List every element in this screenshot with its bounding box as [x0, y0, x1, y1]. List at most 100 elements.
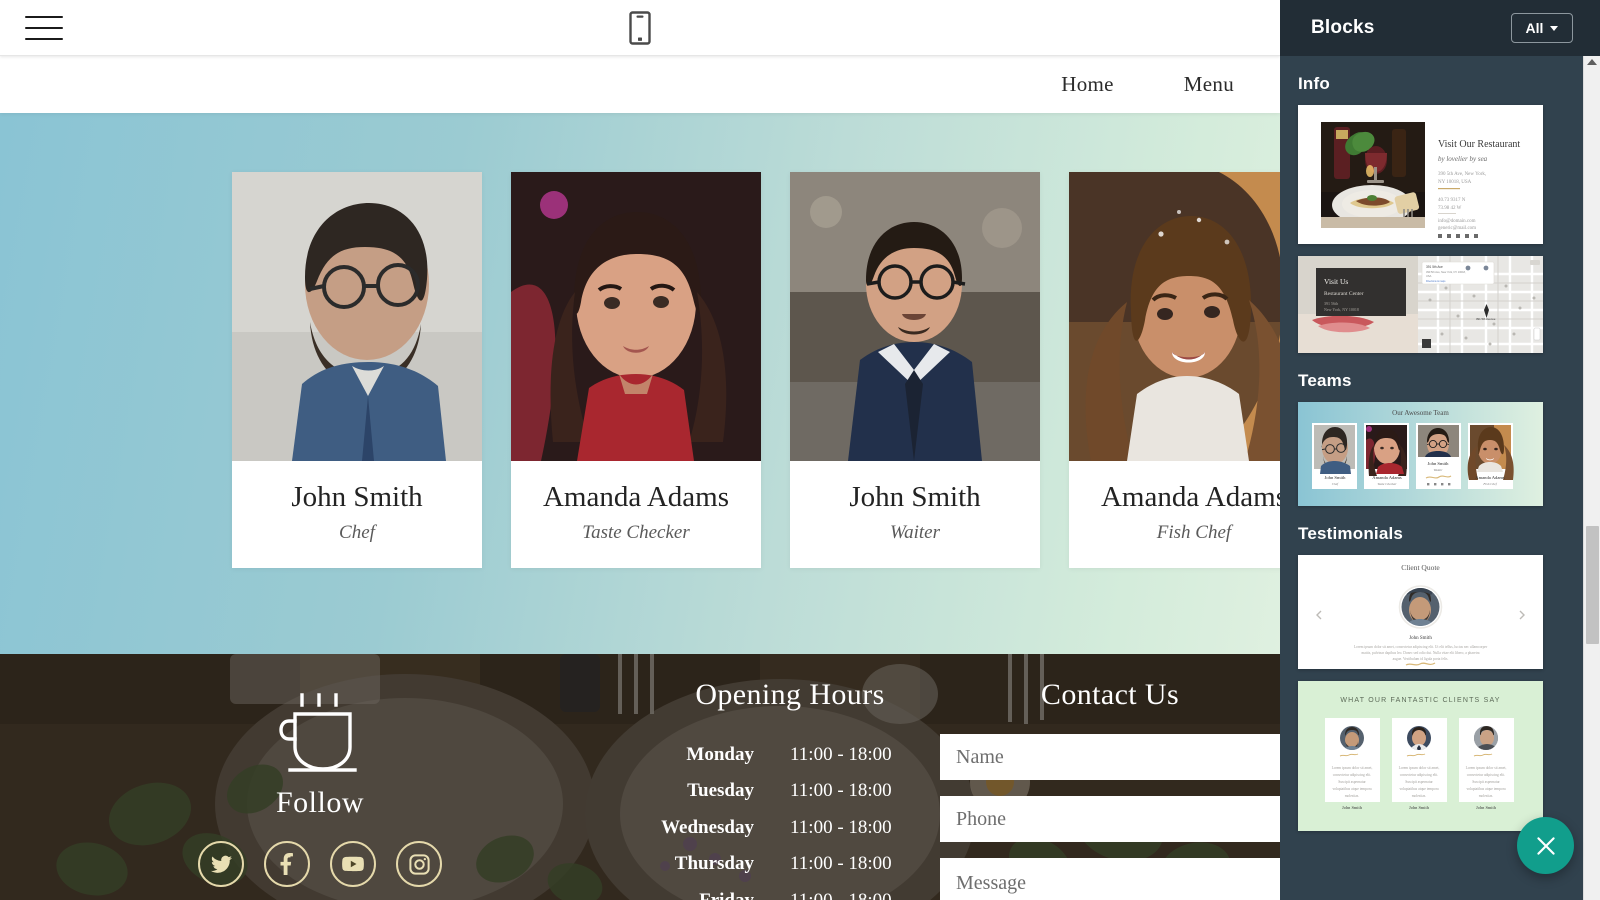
svg-text:voluptatibus atque tempora: voluptatibus atque tempora: [1332, 787, 1372, 791]
blocks-panel-scrollbar[interactable]: [1583, 56, 1600, 900]
hours-row: Friday 11:00 - 18:00: [640, 883, 940, 900]
contact-message-input[interactable]: [940, 858, 1280, 900]
svg-text:391 56th: 391 56th: [1324, 301, 1338, 306]
scrollbar-thumb[interactable]: [1586, 526, 1599, 644]
hours-day: Wednesday: [661, 816, 754, 838]
nav-link-menu[interactable]: Menu: [1184, 72, 1234, 97]
contact-phone-input[interactable]: [940, 796, 1280, 842]
hours-time: 11:00 - 18:00: [790, 853, 892, 875]
svg-text:generic@mail.com: generic@mail.com: [1438, 226, 1476, 231]
team-card-body: John Smith Waiter: [790, 461, 1040, 568]
team-member-role: Chef: [339, 522, 375, 544]
svg-text:consectetur adipiscing elit.: consectetur adipiscing elit.: [1333, 773, 1372, 777]
opening-hours-title: Opening Hours: [695, 678, 885, 711]
team-section: John Smith Chef Amanda Adams Taste Check…: [0, 113, 1280, 654]
block-thumb-team-grid[interactable]: Our Awesome Team John Smith Chef Amanda …: [1298, 402, 1543, 506]
blocks-group-label-testimonials: Testimonials: [1298, 524, 1404, 543]
close-panel-button[interactable]: [1517, 817, 1574, 874]
svg-text:391 5th Ave: 391 5th Ave: [1426, 265, 1443, 269]
hours-time: 11:00 - 18:00: [790, 744, 892, 765]
team-card[interactable]: John Smith Chef: [232, 172, 482, 569]
svg-text:John Smith: John Smith: [1409, 636, 1432, 641]
svg-text:Visit Us: Visit Us: [1324, 277, 1348, 286]
svg-text:Directions & maps: Directions & maps: [1426, 280, 1446, 283]
svg-text:Taste Checker: Taste Checker: [1377, 482, 1397, 486]
hours-time: 11:00 - 18:00: [790, 883, 940, 900]
svg-text:390 5th Ave, New York, NY 1001: 390 5th Ave, New York, NY 10018,: [1426, 270, 1466, 274]
svg-text:Fish Chef: Fish Chef: [1482, 482, 1497, 486]
team-card[interactable]: Amanda Adams Taste Checker: [511, 172, 761, 569]
team-member-photo: [1069, 172, 1280, 461]
footer-hours-column: Opening Hours Monday 11:00 - 18:00 Tuesd…: [640, 678, 940, 900]
svg-text:consectetur adipiscing elit.: consectetur adipiscing elit.: [1467, 773, 1506, 777]
svg-text:73.98 42 W: 73.98 42 W: [1438, 206, 1462, 211]
block-thumb-info-map[interactable]: Visit Us Restaurant Center 391 56th New …: [1298, 256, 1543, 353]
block-thumb-info-restaurant[interactable]: Visit Our Restaurant by lovelier by sea …: [1298, 105, 1543, 244]
blocks-panel-body[interactable]: Info Visit Our Restaurant by lovelier by…: [1280, 56, 1583, 900]
svg-text:John Smith: John Smith: [1476, 805, 1497, 810]
team-card-row: John Smith Chef Amanda Adams Taste Check…: [232, 172, 1280, 569]
svg-text:Amanda Adams: Amanda Adams: [1372, 475, 1402, 480]
editor-toolbar: [0, 0, 1280, 56]
svg-text:NY 10018, USA: NY 10018, USA: [1438, 180, 1472, 185]
team-grid-preview: Our Awesome Team John Smith Chef Amanda …: [1298, 402, 1543, 506]
hours-row: Thursday 11:00 - 18:00: [640, 846, 940, 882]
portrait-smiling-woman-outdoors: [1069, 172, 1280, 461]
blocks-panel: Blocks All Info Visit Our Restaurant by …: [1280, 0, 1600, 900]
hours-row: Wednesday 11:00 - 18:00: [640, 810, 940, 846]
block-thumb-testimonial-carousel[interactable]: Client Quote John Smith Lorem ipsum dolo…: [1298, 555, 1543, 669]
instagram-icon[interactable]: [396, 841, 442, 887]
chevron-down-icon: [1550, 25, 1559, 31]
team-card-body: Amanda Adams Taste Checker: [511, 461, 761, 568]
svg-text:info@domain.com: info@domain.com: [1438, 219, 1476, 224]
block-thumb-testimonial-grid[interactable]: WHAT OUR FANTASTIC CLIENTS SAY Lorem ips…: [1298, 681, 1543, 831]
svg-text:John Smith: John Smith: [1342, 805, 1363, 810]
blocks-filter-button[interactable]: All: [1511, 13, 1573, 43]
svg-text:John Smith: John Smith: [1428, 461, 1450, 466]
svg-text:voluptatibus atque tempora: voluptatibus atque tempora: [1466, 787, 1506, 791]
scroll-up-arrow-icon[interactable]: [1587, 59, 1597, 65]
blocks-group-label-teams: Teams: [1298, 371, 1352, 390]
instagram-glyph: [408, 853, 430, 875]
testimonial-grid-preview: WHAT OUR FANTASTIC CLIENTS SAY Lorem ips…: [1298, 681, 1543, 831]
hours-day: Friday: [640, 883, 790, 900]
nav-link-home[interactable]: Home: [1061, 72, 1114, 97]
team-card[interactable]: John Smith Waiter: [790, 172, 1040, 569]
site-footer: Follow Opening Hours Monday 11:00 - 18:0…: [0, 654, 1280, 900]
team-member-name: John Smith: [291, 481, 423, 513]
team-member-name: Amanda Adams: [542, 481, 730, 513]
svg-text:Our Awesome Team: Our Awesome Team: [1392, 409, 1449, 417]
facebook-icon[interactable]: [264, 841, 310, 887]
svg-text:molestias.: molestias.: [1345, 794, 1360, 798]
hamburger-icon[interactable]: [25, 12, 63, 44]
blocks-panel-header: Blocks All: [1280, 0, 1600, 56]
info-restaurant-preview: Visit Our Restaurant by lovelier by sea …: [1298, 105, 1543, 244]
svg-text:Restaurant Center: Restaurant Center: [1324, 291, 1364, 297]
svg-text:voluptatibus atque tempora: voluptatibus atque tempora: [1399, 787, 1439, 791]
team-member-photo: [232, 172, 482, 461]
team-card-body: John Smith Chef: [232, 461, 482, 568]
twitter-icon[interactable]: [198, 841, 244, 887]
svg-text:Visit Our Restaurant: Visit Our Restaurant: [1438, 139, 1520, 150]
mobile-device-icon[interactable]: [620, 8, 660, 48]
team-member-name: John Smith: [849, 481, 981, 513]
youtube-icon[interactable]: [330, 841, 376, 887]
hamburger-bar: [25, 16, 63, 18]
twitter-glyph: [210, 855, 232, 873]
page-canvas: Home Menu John Smith Chef Amanda Adams T…: [0, 56, 1280, 900]
facebook-glyph: [280, 852, 293, 875]
svg-text:Waiter: Waiter: [1434, 468, 1444, 472]
svg-text:Suscipit aspernatur: Suscipit aspernatur: [1405, 780, 1433, 784]
team-card[interactable]: Amanda Adams Fish Chef: [1069, 172, 1280, 569]
svg-text:Amanda Adams: Amanda Adams: [1475, 475, 1505, 480]
portrait-bearded-man-glasses: [232, 172, 482, 461]
info-map-preview: Visit Us Restaurant Center 391 56th New …: [1298, 256, 1543, 353]
team-member-role: Fish Chef: [1156, 522, 1232, 544]
svg-text:by lovelier by sea: by lovelier by sea: [1438, 155, 1488, 163]
contact-name-input[interactable]: [940, 734, 1280, 780]
hours-time: 11:00 - 18:00: [790, 780, 892, 802]
svg-text:391 5th Avenue: 391 5th Avenue: [1476, 317, 1496, 321]
team-member-name: Amanda Adams: [1100, 481, 1280, 513]
hamburger-bar: [25, 27, 63, 29]
svg-text:Suscipit aspernatur: Suscipit aspernatur: [1472, 780, 1500, 784]
